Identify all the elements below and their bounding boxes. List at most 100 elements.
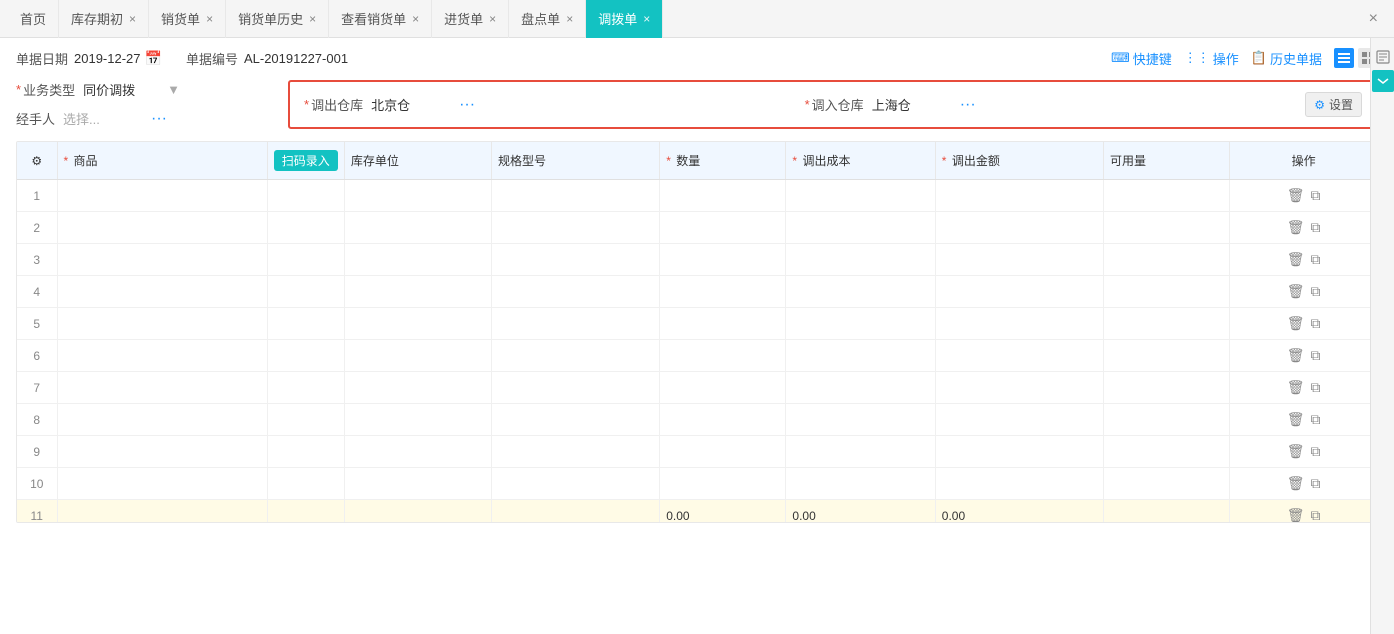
row-delete-icon[interactable]: 🗑 <box>1287 379 1305 396</box>
cell-unit[interactable] <box>267 468 344 500</box>
cell-unit[interactable] <box>267 244 344 276</box>
cell-unit[interactable] <box>267 212 344 244</box>
cell-product[interactable] <box>57 468 267 500</box>
cell-unit[interactable] <box>267 372 344 404</box>
cell-cost[interactable] <box>660 468 786 500</box>
row-copy-icon[interactable]: ⧉ <box>1310 475 1320 492</box>
cell-available[interactable] <box>935 340 1103 372</box>
cell-unit[interactable] <box>267 180 344 212</box>
shortcuts-button[interactable]: ⌨ 快捷键 <box>1111 49 1172 68</box>
cell-amount[interactable] <box>786 404 935 436</box>
subtotal-delete-icon[interactable]: 🗑 <box>1287 507 1305 522</box>
cell-amount[interactable] <box>786 340 935 372</box>
row-delete-icon[interactable]: 🗑 <box>1287 283 1305 300</box>
cell-unit[interactable] <box>267 404 344 436</box>
tab-sales-history-close[interactable]: × <box>309 12 316 26</box>
tab-sales-history[interactable]: 销货单历史 × <box>226 0 329 38</box>
handler-dots-button[interactable]: ··· <box>151 110 167 128</box>
cell-qty[interactable] <box>492 308 660 340</box>
cell-cost[interactable] <box>660 436 786 468</box>
cell-amount[interactable] <box>786 244 935 276</box>
cell-unit[interactable] <box>267 340 344 372</box>
cell-available[interactable] <box>935 244 1103 276</box>
tab-transfer-order[interactable]: 调拨单 × <box>586 0 663 38</box>
cell-product[interactable] <box>57 276 267 308</box>
cell-available[interactable] <box>935 212 1103 244</box>
transfer-in-dots-button[interactable]: ··· <box>960 96 976 114</box>
row-copy-icon[interactable]: ⧉ <box>1310 251 1320 268</box>
subtotal-copy-icon[interactable]: ⧉ <box>1310 507 1320 522</box>
cell-qty[interactable] <box>492 212 660 244</box>
tab-inventory-init-close[interactable]: × <box>129 12 136 26</box>
cell-amount[interactable] <box>786 180 935 212</box>
row-copy-icon[interactable]: ⧉ <box>1310 315 1320 332</box>
cell-product[interactable] <box>57 180 267 212</box>
cell-amount[interactable] <box>786 308 935 340</box>
cell-amount[interactable] <box>786 276 935 308</box>
row-delete-icon[interactable]: 🗑 <box>1287 443 1305 460</box>
window-close-button[interactable]: × <box>1361 10 1386 28</box>
cell-amount[interactable] <box>786 372 935 404</box>
cell-spec[interactable] <box>344 340 491 372</box>
tab-home[interactable]: 首页 <box>8 0 59 38</box>
history-button[interactable]: 📋 历史单据 <box>1251 49 1322 68</box>
cell-spec[interactable] <box>344 404 491 436</box>
business-type-select[interactable]: 同价调拨 ▼ <box>83 80 180 99</box>
handler-value[interactable]: 选择... <box>63 109 143 128</box>
cell-cost[interactable] <box>660 180 786 212</box>
transfer-in-value[interactable]: 上海仓 <box>872 95 952 114</box>
row-copy-icon[interactable]: ⧉ <box>1310 347 1320 364</box>
sidebar-note-icon[interactable] <box>1372 46 1394 68</box>
cell-qty[interactable] <box>492 276 660 308</box>
cell-unit[interactable] <box>267 436 344 468</box>
tab-inventory-init[interactable]: 库存期初 × <box>59 0 149 38</box>
cell-amount[interactable] <box>786 436 935 468</box>
cell-qty[interactable] <box>492 404 660 436</box>
tab-purchase-order[interactable]: 进货单 × <box>432 0 509 38</box>
cell-product[interactable] <box>57 404 267 436</box>
row-delete-icon[interactable]: 🗑 <box>1287 347 1305 364</box>
cell-product[interactable] <box>57 372 267 404</box>
table-scroll-area[interactable]: ⚙ * 商品 扫码录入 库存单位 规格型号 <box>17 142 1377 522</box>
cell-spec[interactable] <box>344 372 491 404</box>
transfer-out-value[interactable]: 北京仓 <box>371 95 451 114</box>
row-copy-icon[interactable]: ⧉ <box>1310 379 1320 396</box>
cell-spec[interactable] <box>344 244 491 276</box>
cell-unit[interactable] <box>267 308 344 340</box>
cell-qty[interactable] <box>492 340 660 372</box>
cell-qty[interactable] <box>492 244 660 276</box>
cell-available[interactable] <box>935 436 1103 468</box>
cell-cost[interactable] <box>660 212 786 244</box>
operations-button[interactable]: ⋮⋮ 操作 <box>1184 49 1239 68</box>
cell-cost[interactable] <box>660 308 786 340</box>
row-copy-icon[interactable]: ⧉ <box>1310 283 1320 300</box>
cell-cost[interactable] <box>660 340 786 372</box>
cell-unit[interactable] <box>267 276 344 308</box>
th-gear[interactable]: ⚙ <box>17 142 57 180</box>
cell-spec[interactable] <box>344 276 491 308</box>
settings-button[interactable]: ⚙ 设置 <box>1305 92 1362 117</box>
tab-transfer-order-close[interactable]: × <box>643 12 650 26</box>
cell-qty[interactable] <box>492 468 660 500</box>
cell-product[interactable] <box>57 244 267 276</box>
scan-button[interactable]: 扫码录入 <box>274 150 338 171</box>
tab-inventory-check-close[interactable]: × <box>566 12 573 26</box>
cell-product[interactable] <box>57 436 267 468</box>
row-delete-icon[interactable]: 🗑 <box>1287 315 1305 332</box>
row-copy-icon[interactable]: ⧉ <box>1310 411 1320 428</box>
cell-qty[interactable] <box>492 372 660 404</box>
cell-available[interactable] <box>935 404 1103 436</box>
cell-available[interactable] <box>935 468 1103 500</box>
cell-product[interactable] <box>57 308 267 340</box>
row-delete-icon[interactable]: 🗑 <box>1287 411 1305 428</box>
cell-cost[interactable] <box>660 404 786 436</box>
row-delete-icon[interactable]: 🗑 <box>1287 219 1305 236</box>
cell-spec[interactable] <box>344 436 491 468</box>
cell-available[interactable] <box>935 308 1103 340</box>
tab-purchase-order-close[interactable]: × <box>489 12 496 26</box>
cell-spec[interactable] <box>344 180 491 212</box>
sidebar-expand-icon[interactable] <box>1372 70 1394 92</box>
calendar-icon[interactable]: 📅 <box>145 50 162 67</box>
cell-cost[interactable] <box>660 244 786 276</box>
row-copy-icon[interactable]: ⧉ <box>1310 443 1320 460</box>
